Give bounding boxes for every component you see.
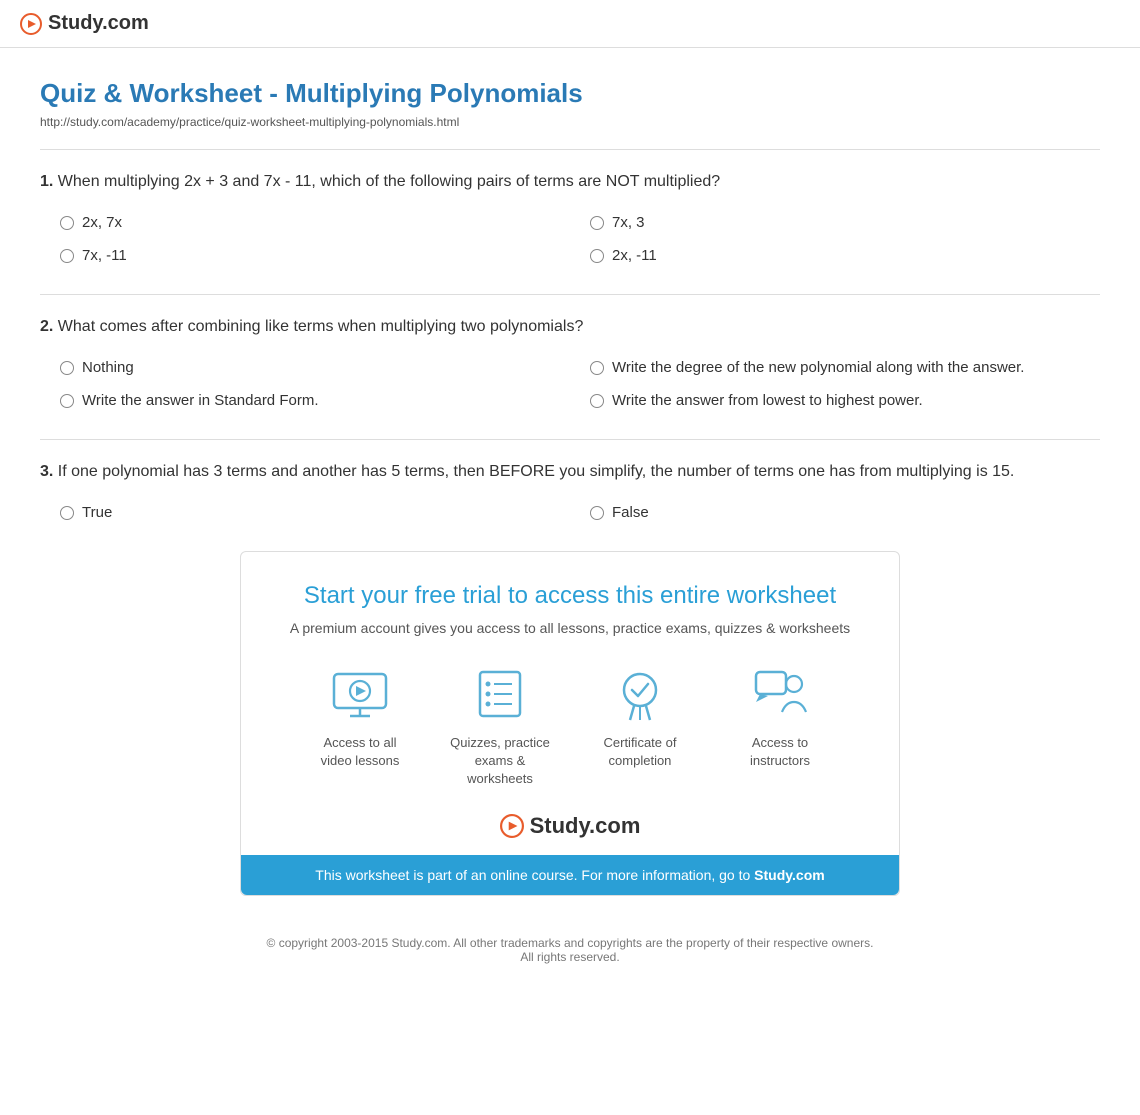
option-2b-label: Write the degree of the new polynomial a… bbox=[612, 359, 1024, 376]
option-1d[interactable]: 2x, -11 bbox=[590, 247, 1100, 264]
question-1-options: 2x, 7x 7x, 3 7x, -11 2x, -11 bbox=[40, 214, 1100, 264]
question-3-text: 3. If one polynomial has 3 terms and ano… bbox=[40, 460, 1100, 484]
option-1c[interactable]: 7x, -11 bbox=[60, 247, 570, 264]
option-2c[interactable]: Write the answer in Standard Form. bbox=[60, 392, 570, 409]
question-2-text: 2. What comes after combining like terms… bbox=[40, 315, 1100, 339]
question-3-options: True False bbox=[40, 504, 1100, 521]
feature-instructors-label: Access toinstructors bbox=[750, 734, 810, 770]
logo-icon bbox=[20, 13, 42, 35]
promo-banner: This worksheet is part of an online cour… bbox=[241, 855, 899, 895]
footer: © copyright 2003-2015 Study.com. All oth… bbox=[40, 916, 1100, 984]
option-3b[interactable]: False bbox=[590, 504, 1100, 521]
option-1c-label: 7x, -11 bbox=[82, 247, 127, 264]
promo-logo: Study.com bbox=[281, 813, 859, 839]
promo-subtitle: A premium account gives you access to al… bbox=[281, 620, 859, 636]
option-2d[interactable]: Write the answer from lowest to highest … bbox=[590, 392, 1100, 409]
option-3a[interactable]: True bbox=[60, 504, 570, 521]
q2-divider bbox=[40, 439, 1100, 440]
option-2a[interactable]: Nothing bbox=[60, 359, 570, 376]
promo-logo-text: Study.com bbox=[530, 813, 641, 839]
feature-certificate-label: Certificate ofcompletion bbox=[604, 734, 677, 770]
header: Study.com bbox=[0, 0, 1140, 48]
option-1a-label: 2x, 7x bbox=[82, 214, 122, 231]
header-divider bbox=[40, 149, 1100, 150]
certificate-icon bbox=[610, 664, 670, 724]
option-3b-label: False bbox=[612, 504, 649, 521]
option-2b[interactable]: Write the degree of the new polynomial a… bbox=[590, 359, 1100, 376]
radio-3b[interactable] bbox=[590, 506, 604, 520]
promo-features: Access to allvideo lessons Quizzes, prac… bbox=[281, 664, 859, 789]
option-1d-label: 2x, -11 bbox=[612, 247, 657, 264]
page-url: http://study.com/academy/practice/quiz-w… bbox=[40, 115, 1100, 129]
instructors-icon bbox=[750, 664, 810, 724]
question-2-options: Nothing Write the degree of the new poly… bbox=[40, 359, 1100, 409]
radio-2d[interactable] bbox=[590, 394, 604, 408]
question-3: 3. If one polynomial has 3 terms and ano… bbox=[40, 460, 1100, 521]
feature-certificate: Certificate ofcompletion bbox=[585, 664, 695, 789]
question-2: 2. What comes after combining like terms… bbox=[40, 315, 1100, 409]
feature-quizzes: Quizzes, practiceexams & worksheets bbox=[445, 664, 555, 789]
logo[interactable]: Study.com bbox=[20, 12, 149, 35]
option-2c-label: Write the answer in Standard Form. bbox=[82, 392, 318, 409]
option-1a[interactable]: 2x, 7x bbox=[60, 214, 570, 231]
footer-copyright: © copyright 2003-2015 Study.com. All oth… bbox=[60, 936, 1080, 950]
quizzes-icon bbox=[470, 664, 530, 724]
feature-video-label: Access to allvideo lessons bbox=[321, 734, 400, 770]
option-1b[interactable]: 7x, 3 bbox=[590, 214, 1100, 231]
promo-logo-icon bbox=[500, 814, 524, 838]
promo-banner-link[interactable]: Study.com bbox=[754, 867, 825, 883]
option-2a-label: Nothing bbox=[82, 359, 134, 376]
radio-1b[interactable] bbox=[590, 216, 604, 230]
question-1: 1. When multiplying 2x + 3 and 7x - 11, … bbox=[40, 170, 1100, 264]
promo-title: Start your free trial to access this ent… bbox=[281, 582, 859, 610]
radio-1c[interactable] bbox=[60, 249, 74, 263]
feature-video: Access to allvideo lessons bbox=[305, 664, 415, 789]
option-2d-label: Write the answer from lowest to highest … bbox=[612, 392, 923, 409]
option-1b-label: 7x, 3 bbox=[612, 214, 645, 231]
radio-1a[interactable] bbox=[60, 216, 74, 230]
q1-divider bbox=[40, 294, 1100, 295]
promo-box: Start your free trial to access this ent… bbox=[240, 551, 900, 896]
page-title: Quiz & Worksheet - Multiplying Polynomia… bbox=[40, 78, 1100, 109]
feature-quizzes-label: Quizzes, practiceexams & worksheets bbox=[445, 734, 555, 789]
radio-1d[interactable] bbox=[590, 249, 604, 263]
radio-2b[interactable] bbox=[590, 361, 604, 375]
footer-rights: All rights reserved. bbox=[60, 950, 1080, 964]
radio-2a[interactable] bbox=[60, 361, 74, 375]
feature-instructors: Access toinstructors bbox=[725, 664, 835, 789]
logo-text: Study.com bbox=[48, 12, 149, 35]
radio-3a[interactable] bbox=[60, 506, 74, 520]
video-lessons-icon bbox=[330, 664, 390, 724]
option-3a-label: True bbox=[82, 504, 112, 521]
question-1-text: 1. When multiplying 2x + 3 and 7x - 11, … bbox=[40, 170, 1100, 194]
radio-2c[interactable] bbox=[60, 394, 74, 408]
